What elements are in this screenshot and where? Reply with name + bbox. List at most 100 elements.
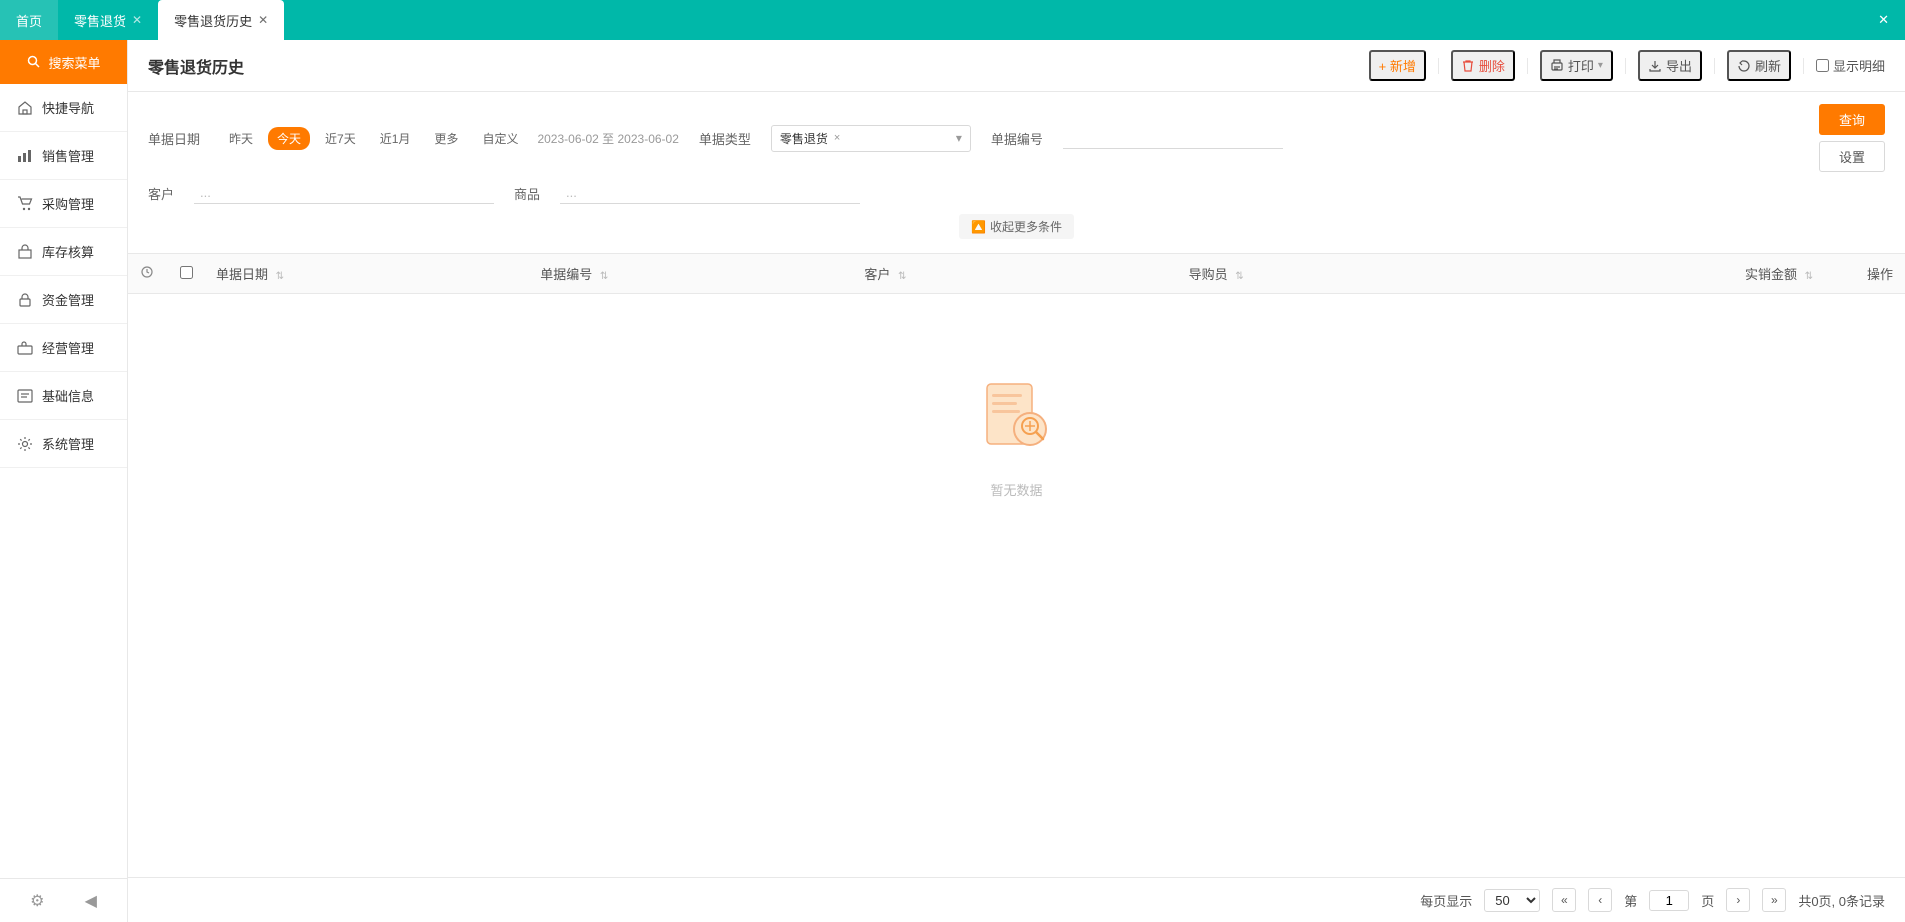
query-setting-group: 查询 设置 <box>1819 104 1885 172</box>
customer-filter-label: 客户 <box>148 184 174 203</box>
show-detail-checkbox-label[interactable]: 显示明细 <box>1816 56 1885 75</box>
page-size-label: 每页显示 <box>1420 891 1472 910</box>
doc-type-arrow-icon: ▾ <box>956 131 962 145</box>
sort-amount-icon: ⇅ <box>1805 271 1813 282</box>
th-amount-label: 实销金额 <box>1745 267 1797 282</box>
sidebar-item-sales-mgmt[interactable]: 销售管理 <box>0 132 127 180</box>
doc-type-selector[interactable]: 零售退货 × ▾ <box>771 125 971 152</box>
prev-page-button[interactable]: ‹ <box>1588 888 1612 912</box>
page-size-select[interactable]: 20 50 100 <box>1484 889 1540 912</box>
tab-home[interactable]: 首页 <box>0 0 58 40</box>
setting-button[interactable]: 设置 <box>1819 141 1885 172</box>
content-area: 零售退货历史 + 新增 删除 打印 ▾ 导出 <box>128 40 1905 922</box>
sidebar-bottom: ⚙ ◀ <box>0 878 127 922</box>
page-title: 零售退货历史 <box>148 54 244 78</box>
date-btn-yesterday[interactable]: 昨天 <box>220 127 262 150</box>
th-date-label: 单据日期 <box>216 267 268 282</box>
doc-number-input[interactable] <box>1063 127 1283 149</box>
column-settings-icon <box>140 265 154 279</box>
sidebar-item-sys-mgmt[interactable]: 系统管理 <box>0 420 127 468</box>
tab-retail-return[interactable]: 零售退货 ✕ <box>58 0 158 40</box>
settings-icon <box>16 435 34 453</box>
sort-customer-icon: ⇅ <box>898 271 906 282</box>
lock-icon <box>16 291 34 309</box>
table-body: 暂无数据 <box>128 294 1905 580</box>
collapse-up-icon: 🔼 <box>971 220 986 234</box>
th-customer[interactable]: 客户 ⇅ <box>852 254 1176 294</box>
export-button[interactable]: 导出 <box>1638 50 1702 81</box>
empty-row: 暂无数据 <box>128 294 1905 580</box>
th-checkbox[interactable] <box>168 254 204 294</box>
sidebar-item-ops-mgmt[interactable]: 经营管理 <box>0 324 127 372</box>
divider-4 <box>1714 58 1715 74</box>
tab-retail-return-history[interactable]: 零售退货历史 ✕ <box>158 0 284 40</box>
sidebar-settings-icon[interactable]: ⚙ <box>30 891 44 911</box>
th-guide[interactable]: 导购员 ⇅ <box>1177 254 1501 294</box>
pagination-bar: 每页显示 20 50 100 « ‹ 第 页 › » 共0页, 0条记录 <box>128 877 1905 922</box>
first-page-button[interactable]: « <box>1552 888 1576 912</box>
tab-retail-return-close[interactable]: ✕ <box>132 13 142 27</box>
show-detail-checkbox[interactable] <box>1816 59 1829 72</box>
date-btn-custom[interactable]: 自定义 <box>473 127 527 150</box>
briefcase-icon <box>16 339 34 357</box>
print-button[interactable]: 打印 ▾ <box>1540 50 1613 81</box>
show-detail-label: 显示明细 <box>1833 56 1885 75</box>
th-settings[interactable] <box>128 254 168 294</box>
tab-retail-return-history-label: 零售退货历史 <box>174 11 252 30</box>
customer-input[interactable] <box>194 182 494 204</box>
date-filter-label: 单据日期 <box>148 129 200 148</box>
empty-cell: 暂无数据 <box>128 294 1905 580</box>
sidebar-item-finance-label: 资金管理 <box>42 290 94 309</box>
date-btn-today[interactable]: 今天 <box>268 127 310 150</box>
table-container: 单据日期 ⇅ 单据编号 ⇅ 客户 ⇅ 导购员 ⇅ <box>128 254 1905 877</box>
filter-row-1: 单据日期 昨天 今天 近7天 近1月 更多 自定义 2023-06-02 至 2… <box>148 104 1885 172</box>
select-all-checkbox[interactable] <box>180 266 193 279</box>
th-action-label: 操作 <box>1867 267 1893 282</box>
delete-icon <box>1461 59 1475 73</box>
collapse-filter-button[interactable]: 🔼 收起更多条件 <box>959 214 1074 239</box>
sidebar-item-quick-nav-label: 快捷导航 <box>42 98 94 117</box>
print-arrow: ▾ <box>1598 60 1603 71</box>
th-number[interactable]: 单据编号 ⇅ <box>528 254 852 294</box>
delete-button-label: 删除 <box>1479 56 1505 75</box>
date-btn-1month[interactable]: 近1月 <box>371 127 420 150</box>
th-date[interactable]: 单据日期 ⇅ <box>204 254 528 294</box>
query-button[interactable]: 查询 <box>1819 104 1885 135</box>
refresh-button-label: 刷新 <box>1755 56 1781 75</box>
empty-state: 暂无数据 <box>128 294 1905 579</box>
delete-button[interactable]: 删除 <box>1451 50 1515 81</box>
sidebar-item-quick-nav[interactable]: 快捷导航 <box>0 84 127 132</box>
table-header-row: 单据日期 ⇅ 单据编号 ⇅ 客户 ⇅ 导购员 ⇅ <box>128 254 1905 294</box>
sidebar-item-basic-info[interactable]: 基础信息 <box>0 372 127 420</box>
th-amount[interactable]: 实销金额 ⇅ <box>1501 254 1825 294</box>
date-btn-more[interactable]: 更多 <box>425 127 467 150</box>
divider-3 <box>1625 58 1626 74</box>
next-page-button[interactable]: › <box>1726 888 1750 912</box>
sidebar-search[interactable]: 搜索菜单 <box>0 40 127 84</box>
sidebar-collapse-icon[interactable]: ◀ <box>85 891 97 911</box>
divider-5 <box>1803 58 1804 74</box>
refresh-button[interactable]: 刷新 <box>1727 50 1791 81</box>
goods-input[interactable] <box>560 182 860 204</box>
page-number-input[interactable] <box>1649 890 1689 911</box>
th-guide-label: 导购员 <box>1189 267 1228 282</box>
date-btn-7days[interactable]: 近7天 <box>316 127 365 150</box>
window-close-button[interactable]: ✕ <box>1878 12 1905 28</box>
divider-1 <box>1438 58 1439 74</box>
tab-retail-return-history-close[interactable]: ✕ <box>258 13 268 27</box>
filter-row-2: 客户 商品 <box>148 182 1885 204</box>
sidebar-item-inventory[interactable]: 库存核算 <box>0 228 127 276</box>
new-button[interactable]: + 新增 <box>1369 50 1426 81</box>
date-range-display: 2023-06-02 至 2023-06-02 <box>537 130 678 147</box>
doc-type-clear-icon[interactable]: × <box>834 132 840 144</box>
doc-type-value: 零售退货 <box>780 130 828 147</box>
box-icon <box>16 243 34 261</box>
page-unit: 页 <box>1701 891 1714 910</box>
last-page-button[interactable]: » <box>1762 888 1786 912</box>
sidebar-item-purchase-mgmt[interactable]: 采购管理 <box>0 180 127 228</box>
main-layout: 搜索菜单 快捷导航 销售管理 采购管理 <box>0 40 1905 922</box>
divider-2 <box>1527 58 1528 74</box>
sidebar-item-basic-info-label: 基础信息 <box>42 386 94 405</box>
sidebar-item-sys-label: 系统管理 <box>42 434 94 453</box>
sidebar-item-finance[interactable]: 资金管理 <box>0 276 127 324</box>
